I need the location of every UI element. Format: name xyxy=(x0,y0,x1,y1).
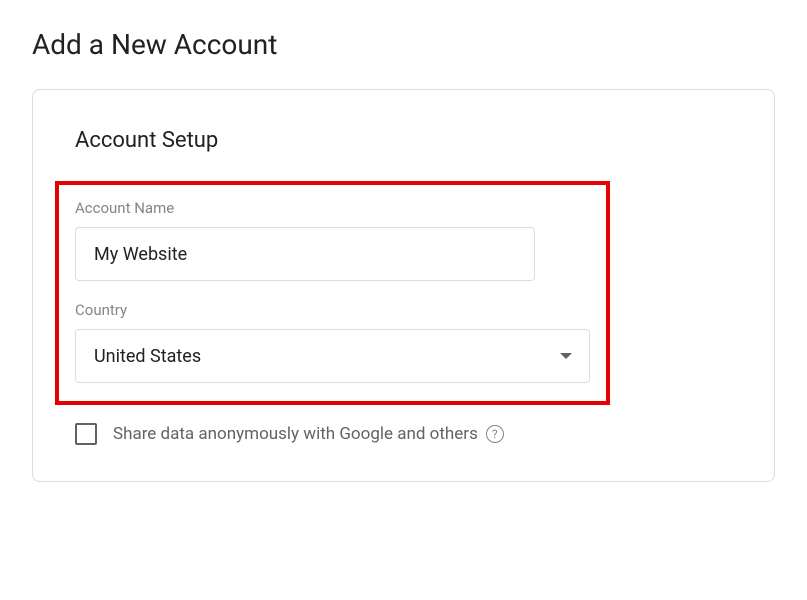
country-select[interactable]: United States xyxy=(75,329,590,383)
account-name-label: Account Name xyxy=(75,199,590,217)
share-data-row: Share data anonymously with Google and o… xyxy=(75,423,732,445)
highlighted-fields-box: Account Name Country United States xyxy=(55,181,610,405)
chevron-down-icon xyxy=(560,353,572,359)
country-select-value: United States xyxy=(94,346,201,367)
country-label: Country xyxy=(75,301,590,319)
country-select-wrap: United States xyxy=(75,329,590,383)
share-data-label: Share data anonymously with Google and o… xyxy=(113,424,504,444)
share-data-label-text: Share data anonymously with Google and o… xyxy=(113,424,478,444)
share-data-checkbox[interactable] xyxy=(75,423,97,445)
account-name-field-group: Account Name xyxy=(75,199,590,281)
page-title: Add a New Account xyxy=(32,28,775,61)
account-name-input[interactable] xyxy=(75,227,535,281)
account-setup-card: Account Setup Account Name Country Unite… xyxy=(32,89,775,482)
section-title: Account Setup xyxy=(75,128,732,153)
help-icon[interactable]: ? xyxy=(486,425,504,443)
country-field-group: Country United States xyxy=(75,301,590,383)
